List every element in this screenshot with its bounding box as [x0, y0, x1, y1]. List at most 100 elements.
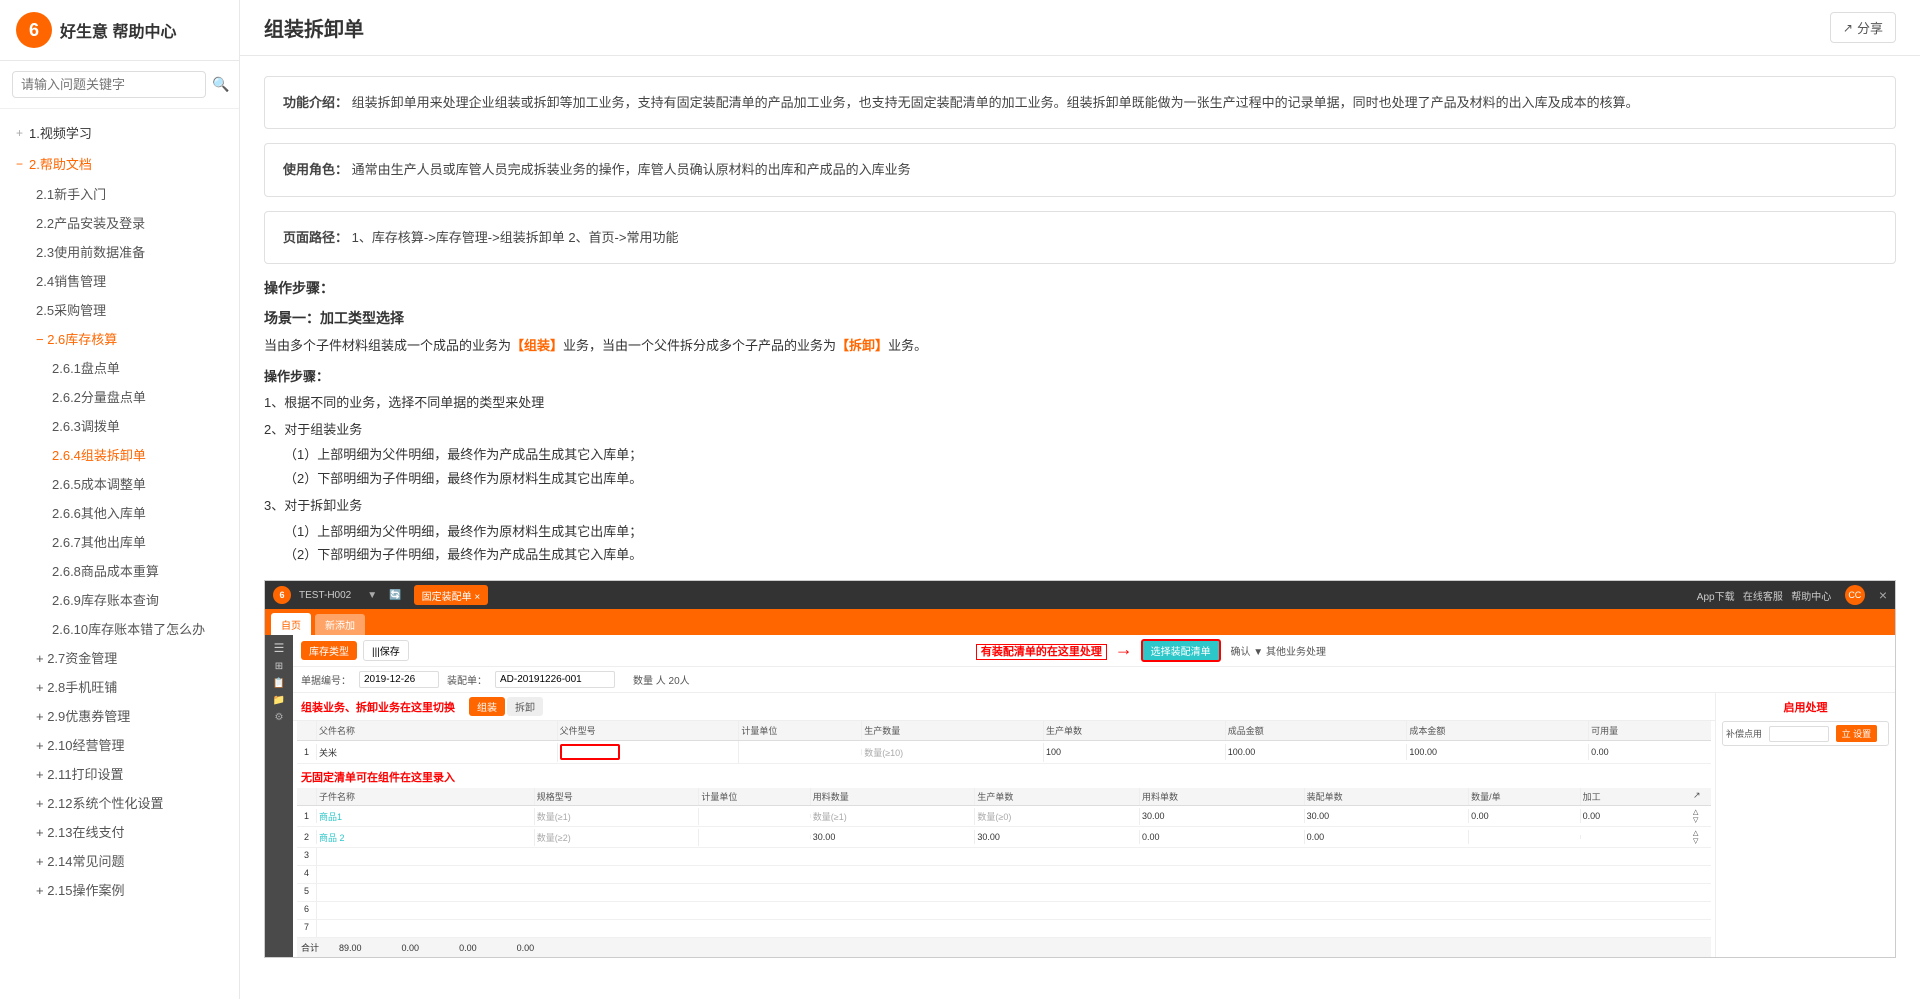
app-assembly-field[interactable]: [495, 671, 615, 688]
step3-sub2: （2）下部明细为子件明细，最终作为产成品生成其它入库单。: [284, 543, 1896, 566]
step1: 1、根据不同的业务，选择不同单据的类型来处理: [264, 391, 1896, 414]
app-left-panel: 组装业务、拆卸业务在这里切换 组装 拆卸: [293, 693, 1715, 957]
app-panels-area: 组装业务、拆卸业务在这里切换 组装 拆卸: [293, 693, 1895, 957]
step2-sub2: （2）下部明细为子件明细，最终作为原材料生成其它出库单。: [284, 467, 1896, 490]
app-select-list-btn[interactable]: 选择装配清单: [1141, 639, 1221, 662]
app-tab-new[interactable]: 新添加: [315, 614, 365, 635]
scenario1-title: 场景一：加工类型选择: [264, 308, 1896, 328]
search-box: 🔍: [0, 61, 239, 109]
nav-sub-2-6-5[interactable]: 2.6.5成本调整单: [0, 469, 239, 498]
nav-sub-2-6-7[interactable]: 2.6.7其他出库单: [0, 527, 239, 556]
app-tools: App下载 在线客服 帮助中心: [1697, 588, 1837, 603]
annotation-enable: 启用处理: [1722, 699, 1889, 715]
app-type-tabs: 组装 拆卸: [469, 697, 543, 716]
app-child-grid: 无固定清单可在组件在这里录入 子件名称 规格型号 计量单位 用料数量 生产单数 …: [293, 766, 1715, 957]
nav-sub-2-14[interactable]: + 2.14常见问题: [0, 846, 239, 875]
nav-sub-2-1[interactable]: 2.1新手入门: [0, 179, 239, 208]
annotation-switch: 组装业务、拆卸业务在这里切换: [301, 702, 455, 714]
nav-sub-2-6-9[interactable]: 2.6.9库存账本查询: [0, 585, 239, 614]
app-child-grid-header: 子件名称 规格型号 计量单位 用料数量 生产单数 用料单数 装配单数 数量/单 …: [297, 788, 1711, 806]
main-area: 组装拆卸单 ↗ 分享 功能介绍： 组装拆卸单用来处理企业组装或拆卸等加工业务，支…: [240, 0, 1920, 999]
sidebar-item-docs-label: 2.帮助文档: [29, 154, 92, 173]
app-extra-btns: 确认 ▼ 其他业务处理: [1231, 647, 1326, 658]
app-tab-assemble[interactable]: 组装: [469, 697, 505, 716]
sidebar-header: 6 好生意 帮助中心: [0, 0, 239, 61]
child-row-3: 3: [297, 848, 1711, 866]
app-annotation-area: 有装配清单的在这里处理 → 选择装配清单 确认 ▼ 其他业务处理: [415, 639, 1887, 662]
app-toolbar-row: 库存类型 |||保存 有装配清单的在这里处理 → 选择装配清单 确认 ▼ 其他业…: [293, 635, 1895, 667]
app-fixed-order-btn[interactable]: 固定装配单 ×: [414, 585, 489, 605]
app-tab-home[interactable]: 自页: [271, 613, 311, 635]
function-intro-text: 功能介绍： 组装拆卸单用来处理企业组装或拆卸等加工业务，支持有固定装配清单的产品…: [283, 91, 1877, 114]
nav-sub-2-3[interactable]: 2.3使用前数据准备: [0, 237, 239, 266]
app-add-btn[interactable]: 库存类型: [301, 641, 357, 660]
child-row-6: 6: [297, 902, 1711, 920]
app-screenshot: 6 TEST-H002 ▼ 🔄 固定装配单 × App下载 在线客服 帮助中心 …: [264, 580, 1896, 958]
app-header-bar: 6 TEST-H002 ▼ 🔄 固定装配单 × App下载 在线客服 帮助中心 …: [265, 581, 1895, 609]
step3: 3、对于拆卸业务: [264, 494, 1896, 517]
brand-name: 好生意 帮助中心: [60, 18, 176, 42]
nav-sub-2-6-6[interactable]: 2.6.6其他入库单: [0, 498, 239, 527]
app-enable-field[interactable]: [1769, 726, 1829, 742]
app-footer-totals: 合计 89.00 0.00 0.00 0.00: [297, 938, 1711, 957]
app-company: TEST-H002: [299, 590, 351, 601]
nav-sub-2-2[interactable]: 2.2产品安装及登录: [0, 208, 239, 237]
function-intro-block: 功能介绍： 组装拆卸单用来处理企业组装或拆卸等加工业务，支持有固定装配清单的产品…: [264, 76, 1896, 129]
sidebar-item-video[interactable]: + 1.视频学习: [0, 117, 239, 148]
search-input[interactable]: [12, 71, 206, 98]
app-right-panel: 启用处理 补偿点用 立 设置: [1715, 693, 1895, 957]
search-icon[interactable]: 🔍: [212, 76, 229, 93]
app-tab-disassemble[interactable]: 拆卸: [507, 697, 543, 716]
app-logo-sm: 6: [273, 586, 291, 604]
plus-icon: +: [16, 126, 23, 140]
nav-sub-2-12[interactable]: + 2.12系统个性化设置: [0, 788, 239, 817]
sidebar-item-docs[interactable]: − 2.帮助文档: [0, 148, 239, 179]
parent-grid-row-1: 1 关米 数量(≥10) 100 100.00 100.00: [297, 741, 1711, 764]
share-icon: ↗: [1843, 21, 1853, 35]
nav-sub-2-5[interactable]: 2.5采购管理: [0, 295, 239, 324]
nav-sub-2-8[interactable]: + 2.8手机旺铺: [0, 672, 239, 701]
annotation-has-list: 有装配清单的在这里处理: [976, 644, 1107, 660]
app-refresh: 🔄: [389, 590, 401, 601]
app-date-field[interactable]: [359, 671, 439, 688]
path-block: 页面路径： 1、库存核算->库存管理->组装拆卸单 2、首页->常用功能: [264, 211, 1896, 264]
top-bar: 组装拆卸单 ↗ 分享: [240, 0, 1920, 56]
app-parent-type-input[interactable]: [560, 744, 620, 760]
nav-sub-2-6-3[interactable]: 2.6.3调拨单: [0, 411, 239, 440]
nav-sub-2-15[interactable]: + 2.15操作案例: [0, 875, 239, 904]
step2: 2、对于组装业务: [264, 418, 1896, 441]
nav-sub-2-10[interactable]: + 2.10经营管理: [0, 730, 239, 759]
minus-icon: −: [16, 157, 23, 171]
nav-sub-2-7[interactable]: + 2.7资金管理: [0, 643, 239, 672]
app-avatar: CC: [1845, 585, 1865, 605]
child-row-4: 4: [297, 866, 1711, 884]
nav-sub-2-11[interactable]: + 2.11打印设置: [0, 759, 239, 788]
logo-icon: 6: [16, 12, 52, 48]
child-row-2: 2 商品 2 数量(≥2) 30.00 30.00 0.00 0.00: [297, 827, 1711, 848]
app-save-btn[interactable]: |||保存: [363, 640, 409, 661]
role-block: 使用角色： 通常由生产人员或库管人员完成拆装业务的操作，库管人员确认原材料的出库…: [264, 143, 1896, 196]
nav-sub-2-6-8[interactable]: 2.6.8商品成本重算: [0, 556, 239, 585]
sidebar: 6 好生意 帮助中心 🔍 + 1.视频学习 − 2.帮助文档 2.1新手入门 2…: [0, 0, 240, 999]
app-dropdown: ▼: [367, 590, 377, 601]
nav-sub-2-6-10[interactable]: 2.6.10库存账本错了怎么办: [0, 614, 239, 643]
nav-sub-2-6-4[interactable]: 2.6.4组装拆卸单: [0, 440, 239, 469]
child-row-7: 7: [297, 920, 1711, 938]
scenario1-desc: 当由多个子件材料组装成一个成品的业务为【组装】业务，当由一个父件拆分成多个子产品…: [264, 334, 1896, 357]
content-area: 功能介绍： 组装拆卸单用来处理企业组装或拆卸等加工业务，支持有固定装配清单的产品…: [240, 56, 1920, 999]
step3-subs: （1）上部明细为父件明细，最终作为原材料生成其它出库单； （2）下部明细为子件明…: [264, 520, 1896, 567]
app-form-content: 库存类型 |||保存 有装配清单的在这里处理 → 选择装配清单 确认 ▼ 其他业…: [293, 635, 1895, 957]
annotation-no-list: 无固定清单可在组件在这里录入: [297, 766, 1711, 788]
nav-sub-2-9[interactable]: + 2.9优惠券管理: [0, 701, 239, 730]
app-close-icon[interactable]: ×: [1879, 587, 1887, 603]
nav-sub-2-13[interactable]: + 2.13在线支付: [0, 817, 239, 846]
steps-subtitle: 操作步骤：: [264, 366, 1896, 385]
app-parent-grid-header: 父件名称 父件型号 计量单位 生产数量 生产单数 成品金额 成本金额 可用量: [297, 721, 1711, 741]
nav-sub-2-6-2[interactable]: 2.6.2分量盘点单: [0, 382, 239, 411]
share-button[interactable]: ↗ 分享: [1830, 12, 1896, 43]
app-apply-btn[interactable]: 立 设置: [1836, 725, 1878, 742]
nav-sub-2-6-1[interactable]: 2.6.1盘点单: [0, 353, 239, 382]
ops-title: 操作步骤：: [264, 278, 1896, 298]
nav-sub-2-4[interactable]: 2.4销售管理: [0, 266, 239, 295]
nav-sub-2-6[interactable]: − 2.6库存核算: [0, 324, 239, 353]
